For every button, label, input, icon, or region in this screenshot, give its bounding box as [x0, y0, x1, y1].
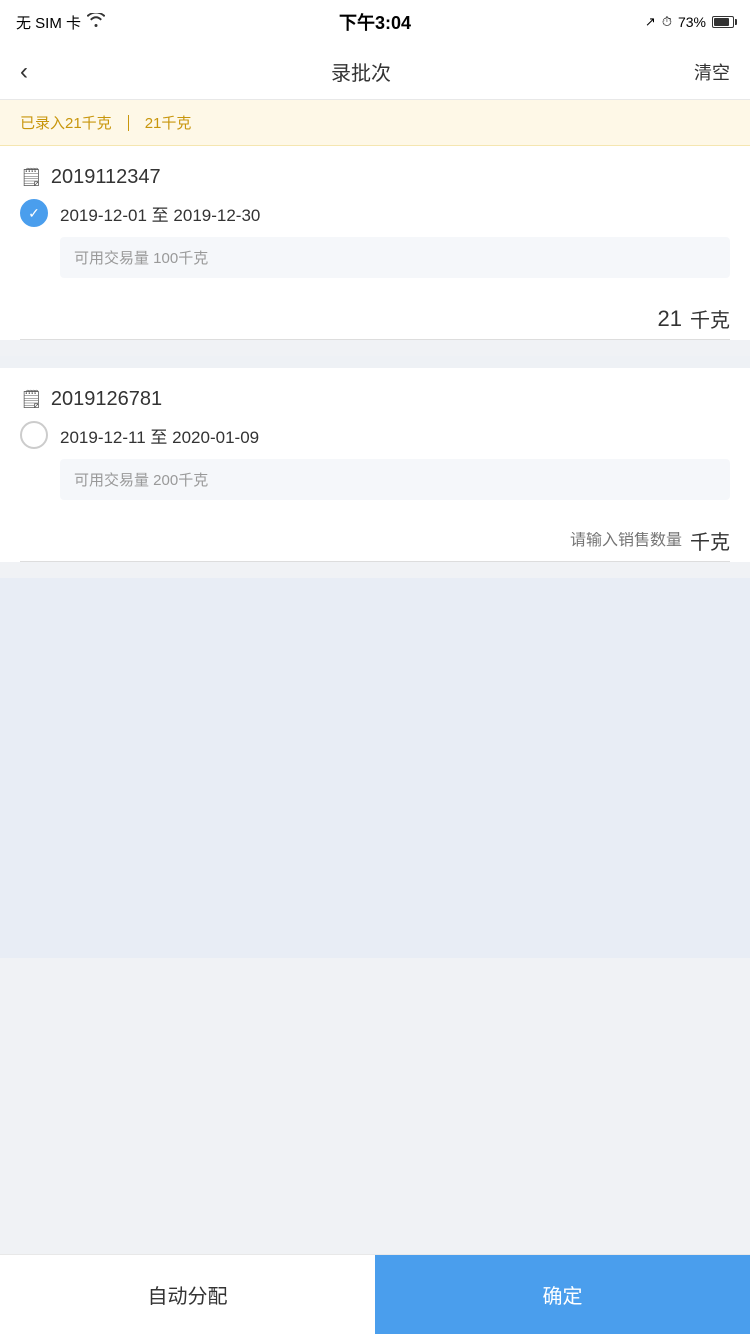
back-button[interactable]: ‹ [20, 60, 28, 84]
batch2-id: 2019126781 [51, 388, 162, 411]
status-time: 下午3:04 [339, 9, 411, 35]
auto-distribute-button[interactable]: 自动分配 [0, 1255, 375, 1334]
batch2-avail-text: 可用交易量 200千克 [74, 472, 208, 489]
batch1-amount-input[interactable] [622, 306, 682, 332]
batch2-amount-input-wrap [20, 532, 682, 550]
batch1-amount-input-wrap [20, 306, 682, 332]
carrier-text: 无 SIM 卡 [16, 12, 81, 33]
battery-icon [712, 16, 734, 28]
batch1-unit: 千克 [690, 304, 730, 333]
batch1-avail-text: 可用交易量 100千克 [74, 250, 208, 267]
info-banner: 已录入21千克 21千克 [0, 100, 750, 146]
batch1-check-icon: ✓ [28, 205, 40, 222]
batch1-row[interactable]: ✓ 2019-12-01 至 2019-12-30 [20, 199, 730, 227]
batch1-radio[interactable]: ✓ [20, 199, 48, 227]
info-value: 21千克 [145, 112, 192, 133]
status-right: ↗ ⏱ 73% [645, 14, 734, 30]
location-icon: ↗ [645, 14, 656, 30]
batch-card-2: 🗒 2019126781 2019-12-11 至 2020-01-09 可用交… [0, 368, 750, 562]
bottom-bar: 自动分配 确定 [0, 1254, 750, 1334]
batch1-underline [20, 339, 730, 340]
batch2-doc-icon: 🗒 [20, 389, 43, 410]
batch1-date: 2019-12-01 至 2019-12-30 [60, 201, 260, 226]
batch2-amount-row: 千克 [20, 514, 730, 555]
batch2-date: 2019-12-11 至 2020-01-09 [60, 423, 259, 448]
status-bar: 无 SIM 卡 下午3:04 ↗ ⏱ 73% [0, 0, 750, 44]
confirm-button[interactable]: 确定 [375, 1255, 750, 1334]
wifi-icon [87, 13, 105, 31]
alarm-icon: ⏱ [662, 14, 672, 30]
page-title: 录批次 [331, 57, 391, 86]
status-left: 无 SIM 卡 [16, 12, 105, 33]
batch-card-1: 🗒 2019112347 ✓ 2019-12-01 至 2019-12-30 可… [0, 146, 750, 340]
batch1-doc-icon: 🗒 [20, 167, 43, 188]
batch2-radio[interactable] [20, 421, 48, 449]
info-label: 已录入21千克 [20, 112, 112, 133]
batch2-row[interactable]: 2019-12-11 至 2020-01-09 [20, 421, 730, 449]
batch2-amount-input[interactable] [20, 532, 682, 550]
batch1-amount-row: 千克 [20, 292, 730, 333]
clear-button[interactable]: 清空 [694, 59, 730, 85]
batch2-header: 🗒 2019126781 [20, 388, 730, 411]
info-divider [128, 115, 129, 131]
batch2-unit: 千克 [690, 526, 730, 555]
batch1-header: 🗒 2019112347 [20, 166, 730, 189]
battery-percent: 73% [678, 14, 706, 30]
batch2-underline [20, 561, 730, 562]
nav-bar: ‹ 录批次 清空 [0, 44, 750, 100]
batch1-id: 2019112347 [51, 166, 161, 189]
batch2-avail-box: 可用交易量 200千克 [60, 459, 730, 500]
bottom-spacer [0, 578, 750, 958]
batch1-avail-box: 可用交易量 100千克 [60, 237, 730, 278]
section-divider [0, 356, 750, 368]
